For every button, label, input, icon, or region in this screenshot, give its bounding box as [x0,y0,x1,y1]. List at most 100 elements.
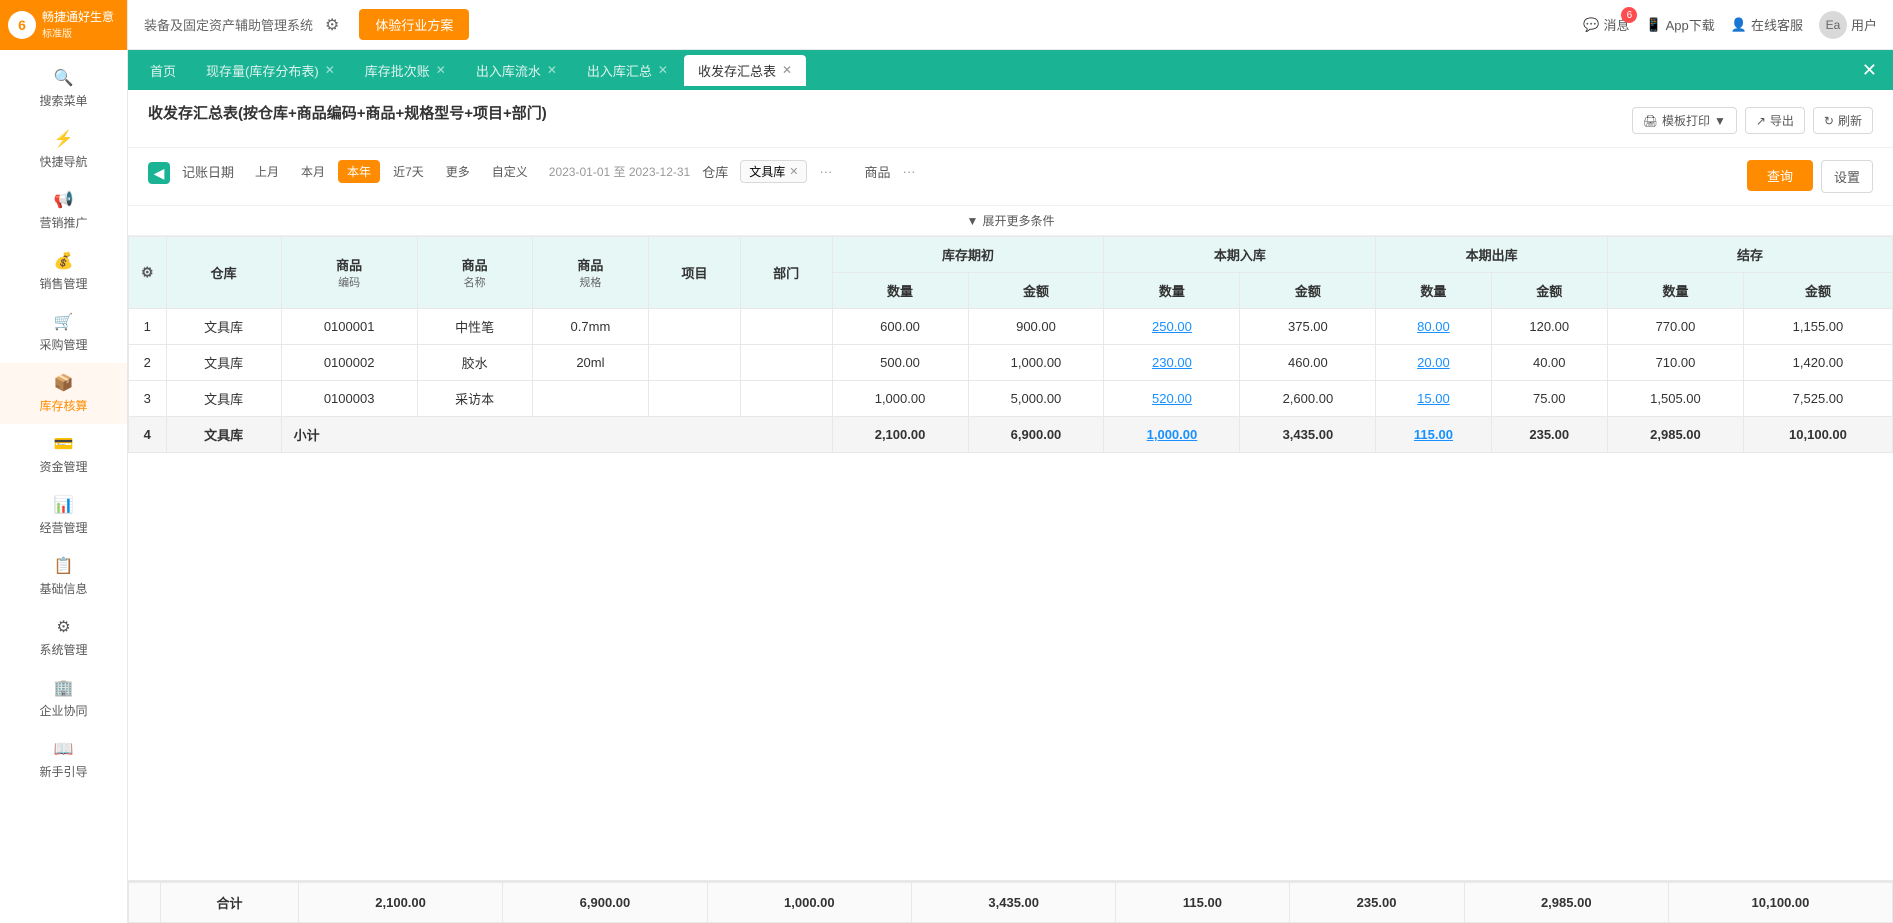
data-table: ⚙ 仓库 商品编码 商品名称 商品规格 项目 部门 库存期初 本期入库 本期出库… [128,236,1893,453]
row1-department [740,309,832,345]
settings-icon[interactable]: ⚙ [325,15,339,35]
subtotal-in-qty[interactable]: 1,000.00 [1104,417,1240,453]
tab-inout-flow[interactable]: 出入库流水 ✕ [462,55,571,86]
tabs-bar-close[interactable]: ✕ [1854,60,1885,81]
subtotal-label: 小计 [281,417,832,453]
col-settings-header[interactable]: ⚙ [129,237,167,309]
logo-text: 畅捷通好生意 标准版 [42,10,114,41]
trial-btn[interactable]: 体验行业方案 [359,9,469,40]
subtotal-balance-qty: 2,985.00 [1607,417,1743,453]
sidebar-item-label: 搜索菜单 [39,92,87,109]
sidebar-item-basic[interactable]: 📋 基础信息 [0,546,127,607]
col-product-spec-header: 商品规格 [532,237,648,309]
row2-out-qty[interactable]: 20.00 [1376,345,1491,381]
tab-home[interactable]: 首页 [136,55,190,86]
row2-out-amt: 40.00 [1491,345,1607,381]
total-row: 合计 2,100.00 6,900.00 1,000.00 3,435.00 1… [129,883,1893,923]
total-table: 合计 2,100.00 6,900.00 1,000.00 3,435.00 1… [128,882,1893,923]
message-icon: 💬 [1583,17,1599,33]
date-option-last-month[interactable]: 上月 [246,160,288,183]
app-download-action[interactable]: 📱 App下载 [1645,15,1714,34]
sidebar-item-finance[interactable]: 💳 资金管理 [0,424,127,485]
subtotal-warehouse: 文具库 [166,417,281,453]
enterprise-icon: 🏢 [54,678,74,698]
sidebar-item-guide[interactable]: 📖 新手引导 [0,729,127,790]
product-dots[interactable]: ··· [902,164,915,179]
col-balance-header: 结存 [1607,237,1892,273]
sidebar-item-marketing[interactable]: 📢 营销推广 [0,180,127,241]
row1-product-name: 中性笔 [417,309,532,345]
sidebar-item-sales[interactable]: 💰 销售管理 [0,241,127,302]
table-row: 2 文具库 0100002 胶水 20ml 500.00 1,000.00 23… [129,345,1893,381]
tab-batch-ledger[interactable]: 库存批次账 ✕ [351,55,460,86]
tab-recv-send-summary[interactable]: 收发存汇总表 ✕ [684,55,806,86]
filter-settings-btn[interactable]: 设置 [1821,160,1873,193]
row2-opening-qty: 500.00 [832,345,968,381]
subtotal-balance-amt: 10,100.00 [1743,417,1892,453]
row1-out-qty[interactable]: 80.00 [1376,309,1491,345]
sidebar-item-enterprise[interactable]: 🏢 企业协同 [0,668,127,729]
sidebar-item-system[interactable]: ⚙ 系统管理 [0,607,127,668]
sidebar-item-operations[interactable]: 📊 经营管理 [0,485,127,546]
row2-product-spec: 20ml [532,345,648,381]
row1-warehouse: 文具库 [166,309,281,345]
row2-department [740,345,832,381]
user-action[interactable]: Ea 用户 [1819,11,1877,39]
query-btn[interactable]: 查询 [1747,160,1813,191]
tab-inout-flow-label: 出入库流水 [476,61,541,80]
row3-out-qty[interactable]: 15.00 [1376,381,1491,417]
date-option-7days[interactable]: 近7天 [384,160,433,183]
template-print-btn[interactable]: 🖨 模板打印 ▼ [1632,107,1737,134]
column-settings-icon[interactable]: ⚙ [141,264,154,280]
row2-in-qty[interactable]: 230.00 [1104,345,1240,381]
tab-batch-ledger-close[interactable]: ✕ [436,63,446,77]
row3-no: 3 [129,381,167,417]
date-option-this-month[interactable]: 本月 [292,160,334,183]
date-option-this-year[interactable]: 本年 [338,160,380,183]
sidebar-item-purchase[interactable]: 🛒 采购管理 [0,302,127,363]
row2-no: 2 [129,345,167,381]
sidebar-item-inventory[interactable]: 📦 库存核算 [0,363,127,424]
sidebar-item-label: 企业协同 [39,702,87,719]
warehouse-dots[interactable]: ··· [819,164,832,179]
subtotal-in-amt: 3,435.00 [1240,417,1376,453]
tab-inout-summary-close[interactable]: ✕ [658,63,668,77]
tab-inventory-dist-close[interactable]: ✕ [325,63,335,77]
row3-in-qty[interactable]: 520.00 [1104,381,1240,417]
subtotal-opening-qty: 2,100.00 [832,417,968,453]
tab-recv-send-close[interactable]: ✕ [782,63,792,77]
date-option-custom[interactable]: 自定义 [483,160,537,183]
col-in-qty-header: 数量 [1104,273,1240,309]
table-row: 1 文具库 0100001 中性笔 0.7mm 600.00 900.00 25… [129,309,1893,345]
tab-inventory-dist[interactable]: 现存量(库存分布表) ✕ [192,55,349,86]
expand-more-btn[interactable]: ▼ 展开更多条件 [967,212,1055,229]
row1-product-code: 0100001 [281,309,417,345]
col-opening-qty-header: 数量 [832,273,968,309]
sidebar-item-search[interactable]: 🔍 搜索菜单 [0,58,127,119]
date-option-more[interactable]: 更多 [437,160,479,183]
refresh-btn[interactable]: ↻ 刷新 [1813,107,1873,134]
online-service-label: 在线客服 [1751,15,1803,34]
col-balance-amt-header: 金额 [1743,273,1892,309]
table-header-row-top: ⚙ 仓库 商品编码 商品名称 商品规格 项目 部门 库存期初 本期入库 本期出库… [129,237,1893,273]
sidebar-item-quick-nav[interactable]: ⚡ 快捷导航 [0,119,127,180]
filter-toggle-btn[interactable]: ◀ [148,162,170,184]
phone-icon: 📱 [1645,17,1661,33]
row1-in-qty[interactable]: 250.00 [1104,309,1240,345]
subtotal-out-qty[interactable]: 115.00 [1376,417,1491,453]
top-header: 装备及固定资产辅助管理系统 ⚙ 体验行业方案 💬 消息 6 📱 App下载 👤 … [128,0,1893,50]
sidebar-nav: 🔍 搜索菜单 ⚡ 快捷导航 📢 营销推广 💰 销售管理 🛒 采购管理 📦 库存核… [0,50,127,923]
total-balance-amt: 10,100.00 [1668,883,1892,923]
filter-row-1: 记账日期 上月 本月 本年 近7天 更多 自定义 2023-01-01 至 20… [182,160,1735,183]
tab-inout-summary[interactable]: 出入库汇总 ✕ [573,55,682,86]
online-service-action[interactable]: 👤 在线客服 [1731,15,1803,34]
row3-opening-amt: 5,000.00 [968,381,1104,417]
message-action[interactable]: 💬 消息 6 [1583,15,1629,34]
row2-product-name: 胶水 [417,345,532,381]
row3-balance-amt: 7,525.00 [1743,381,1892,417]
export-btn[interactable]: ↗ 导出 [1745,107,1805,134]
warehouse-tag-close[interactable]: ✕ [789,165,798,178]
filter-right: 查询 设置 [1747,160,1873,193]
tab-inout-flow-close[interactable]: ✕ [547,63,557,77]
table-wrapper: ⚙ 仓库 商品编码 商品名称 商品规格 项目 部门 库存期初 本期入库 本期出库… [128,236,1893,880]
